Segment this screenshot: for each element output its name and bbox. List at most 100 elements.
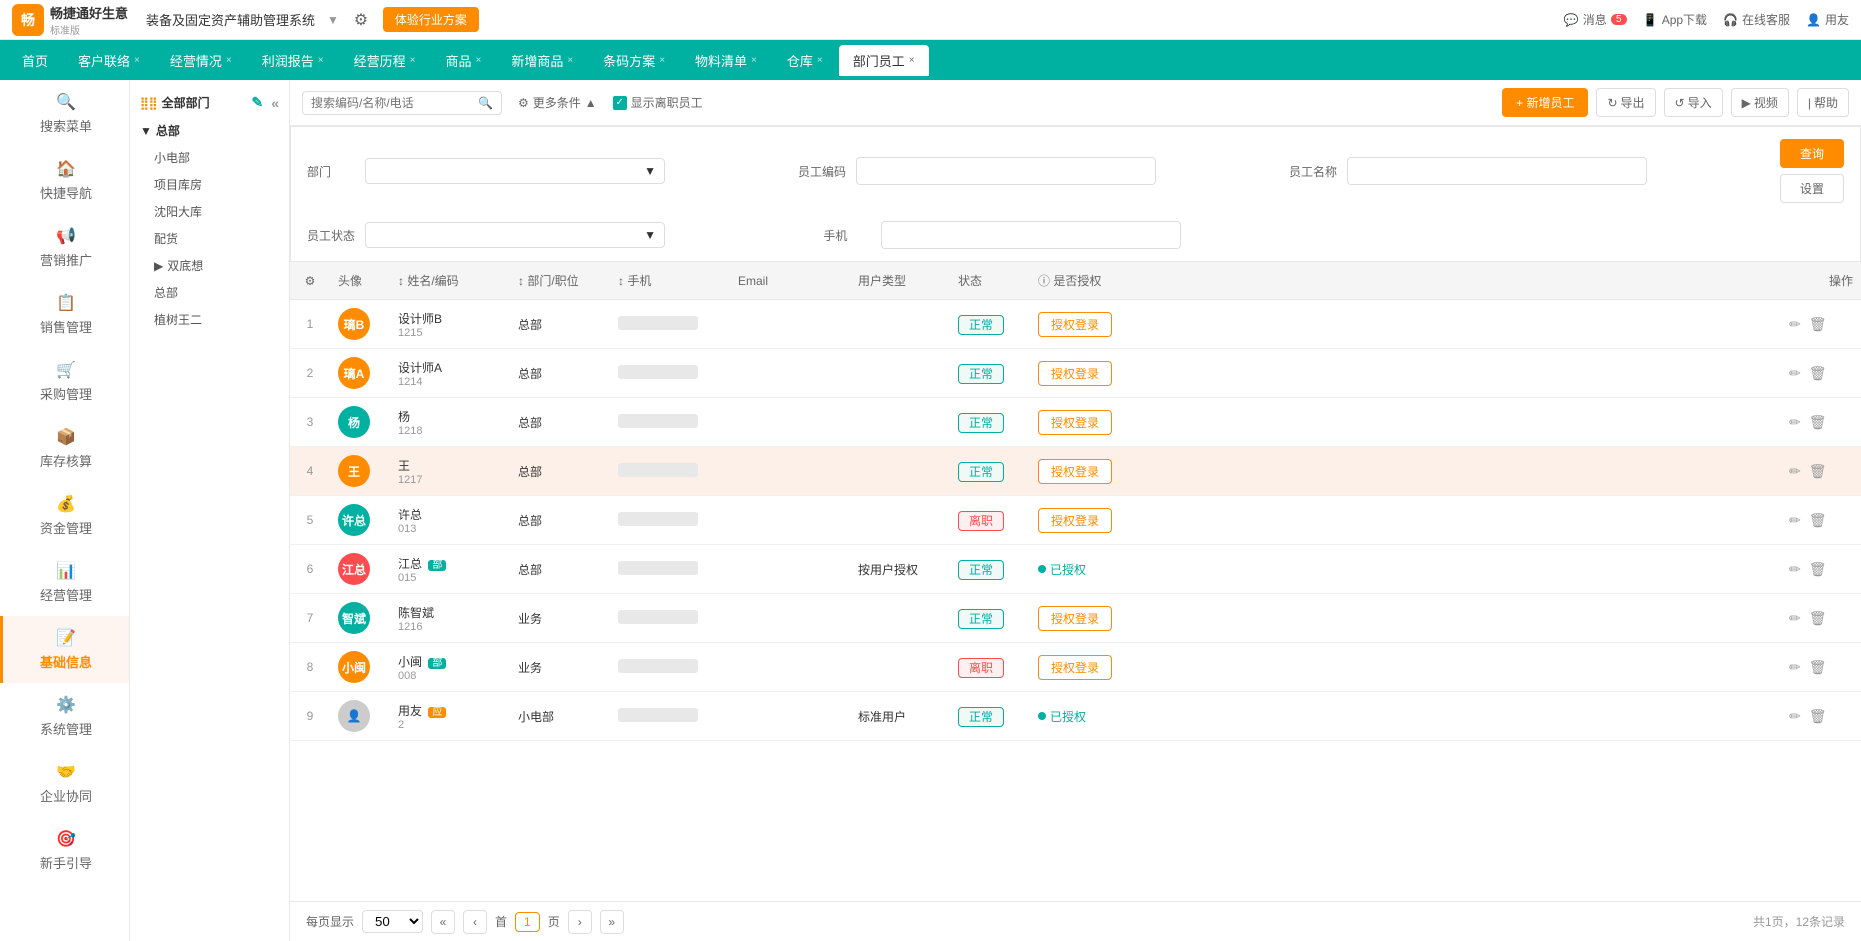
sidebar-item-system[interactable]: ⚙️ 系统管理	[0, 683, 129, 750]
delete-button[interactable]: 🗑	[1809, 610, 1827, 627]
tab-bom[interactable]: 物料清单 ×	[681, 45, 771, 76]
close-icon[interactable]: ×	[134, 55, 140, 66]
page-first-button[interactable]: «	[431, 910, 455, 934]
auth-login-button[interactable]: 授权登录	[1038, 410, 1112, 435]
close-icon[interactable]: ×	[817, 55, 823, 66]
tab-new-product[interactable]: 新增商品 ×	[497, 45, 587, 76]
auth-login-button[interactable]: 授权登录	[1038, 606, 1112, 631]
close-icon[interactable]: ×	[475, 55, 481, 66]
col-auth[interactable]: ⓘ 是否授权	[1030, 262, 1150, 300]
auth-login-button[interactable]: 授权登录	[1038, 361, 1112, 386]
dept-item-xiaodiandept[interactable]: 小电部	[130, 144, 289, 171]
dept-item-zongbu[interactable]: 总部	[130, 279, 289, 306]
auth-login-button[interactable]: 授权登录	[1038, 459, 1112, 484]
sidebar-item-base[interactable]: 📝 基础信息	[0, 616, 129, 683]
filter-status-select[interactable]: ▼	[365, 222, 665, 248]
tab-product[interactable]: 商品 ×	[431, 45, 495, 76]
close-icon[interactable]: ×	[909, 55, 915, 66]
edit-button[interactable]: ✏	[1789, 414, 1801, 431]
edit-button[interactable]: ✏	[1789, 463, 1801, 480]
delete-button[interactable]: 🗑	[1809, 414, 1827, 431]
delete-button[interactable]: 🗑	[1809, 708, 1827, 725]
close-icon[interactable]: ×	[410, 55, 416, 66]
col-dept[interactable]: ↕ 部门/职位	[510, 262, 610, 300]
sidebar-item-guide[interactable]: 🎯 新手引导	[0, 817, 129, 884]
col-settings[interactable]: ⚙	[290, 262, 330, 300]
col-phone[interactable]: ↕ 手机	[610, 262, 730, 300]
message-button[interactable]: 💬 消息 5	[1564, 11, 1627, 28]
page-next-button[interactable]: ›	[568, 910, 592, 934]
sidebar-item-finance[interactable]: 💰 资金管理	[0, 482, 129, 549]
dept-item-shuangdi[interactable]: ▶ 双底想	[130, 252, 289, 279]
tab-operation[interactable]: 经营情况 ×	[156, 45, 246, 76]
export-button[interactable]: ↻ 导出	[1596, 88, 1655, 117]
page-size-select[interactable]: 50 20 100	[362, 910, 423, 933]
show-resigned-checkbox[interactable]: ✓	[613, 96, 627, 110]
edit-button[interactable]: ✏	[1789, 316, 1801, 333]
close-icon[interactable]: ×	[659, 55, 665, 66]
delete-button[interactable]: 🗑	[1809, 365, 1827, 382]
tab-dept-employee[interactable]: 部门员工 ×	[839, 45, 929, 76]
set-button[interactable]: 设置	[1780, 174, 1844, 203]
more-filters-button[interactable]: ⚙ 更多条件 ▲	[510, 90, 605, 115]
sidebar-item-business[interactable]: 📊 经营管理	[0, 549, 129, 616]
close-icon[interactable]: ×	[751, 55, 757, 66]
settings-gear-button[interactable]: ⚙	[347, 6, 375, 34]
dept-item-zhishu[interactable]: 植树王二	[130, 306, 289, 333]
sidebar-item-marketing[interactable]: 📢 营销推广	[0, 214, 129, 281]
tab-warehouse[interactable]: 仓库 ×	[773, 45, 837, 76]
auth-login-button[interactable]: 授权登录	[1038, 655, 1112, 680]
sidebar-item-collab[interactable]: 🤝 企业协同	[0, 750, 129, 817]
close-icon[interactable]: ×	[226, 55, 232, 66]
edit-button[interactable]: ✏	[1789, 512, 1801, 529]
filter-phone-input[interactable]	[881, 221, 1181, 249]
views-button[interactable]: ▶ 视频	[1731, 88, 1789, 117]
dept-item-root[interactable]: ▼ 总部	[130, 117, 289, 144]
tab-history[interactable]: 经营历程 ×	[340, 45, 430, 76]
delete-button[interactable]: 🗑	[1809, 512, 1827, 529]
query-button[interactable]: 查询	[1780, 139, 1844, 168]
help-button[interactable]: | 帮助	[1797, 88, 1849, 117]
sidebar-item-quicknav[interactable]: 🏠 快捷导航	[0, 147, 129, 214]
delete-button[interactable]: 🗑	[1809, 316, 1827, 333]
online-service-button[interactable]: 🎧 在线客服	[1723, 11, 1790, 28]
tab-customer[interactable]: 客户联络 ×	[64, 45, 154, 76]
edit-button[interactable]: ✏	[1789, 365, 1801, 382]
dept-collapse-icon[interactable]: «	[271, 95, 279, 111]
app-download-button[interactable]: 📱 App下载	[1643, 11, 1707, 28]
filter-dept-select[interactable]: ▼	[365, 158, 665, 184]
delete-button[interactable]: 🗑	[1809, 561, 1827, 578]
auth-login-button[interactable]: 授权登录	[1038, 508, 1112, 533]
search-input[interactable]	[311, 96, 474, 110]
show-resigned-toggle[interactable]: ✓ 显示离职员工	[613, 94, 703, 111]
delete-button[interactable]: 🗑	[1809, 659, 1827, 676]
tab-profit[interactable]: 利润报告 ×	[248, 45, 338, 76]
dept-item-projectroom[interactable]: 项目库房	[130, 171, 289, 198]
dept-item-shenyang[interactable]: 沈阳大库	[130, 198, 289, 225]
page-last-button[interactable]: »	[600, 910, 624, 934]
trial-button[interactable]: 体验行业方案	[383, 7, 479, 32]
edit-button[interactable]: ✏	[1789, 561, 1801, 578]
filter-empname-input[interactable]	[1347, 157, 1647, 185]
tab-barcode[interactable]: 条码方案 ×	[589, 45, 679, 76]
edit-button[interactable]: ✏	[1789, 659, 1801, 676]
delete-button[interactable]: 🗑	[1809, 463, 1827, 480]
edit-button[interactable]: ✏	[1789, 708, 1801, 725]
sidebar-item-sales[interactable]: 📋 销售管理	[0, 281, 129, 348]
sidebar-item-search[interactable]: 🔍 搜索菜单	[0, 80, 129, 147]
user-menu-button[interactable]: 👤 用友	[1806, 11, 1849, 28]
col-name[interactable]: ↕ 姓名/编码	[390, 262, 510, 300]
close-icon[interactable]: ×	[318, 55, 324, 66]
auth-login-button[interactable]: 授权登录	[1038, 312, 1112, 337]
import-button[interactable]: ↺ 导入	[1664, 88, 1723, 117]
add-employee-button[interactable]: + 新增员工	[1502, 88, 1588, 117]
tab-home[interactable]: 首页	[8, 45, 62, 76]
page-prev-button[interactable]: ‹	[463, 910, 487, 934]
edit-button[interactable]: ✏	[1789, 610, 1801, 627]
sidebar-item-purchase[interactable]: 🛒 采购管理	[0, 348, 129, 415]
filter-empcode-input[interactable]	[856, 157, 1156, 185]
close-icon[interactable]: ×	[567, 55, 573, 66]
dept-edit-icon[interactable]: ✎	[251, 94, 263, 111]
sidebar-item-inventory[interactable]: 📦 库存核算	[0, 415, 129, 482]
dept-item-peihuo[interactable]: 配货	[130, 225, 289, 252]
